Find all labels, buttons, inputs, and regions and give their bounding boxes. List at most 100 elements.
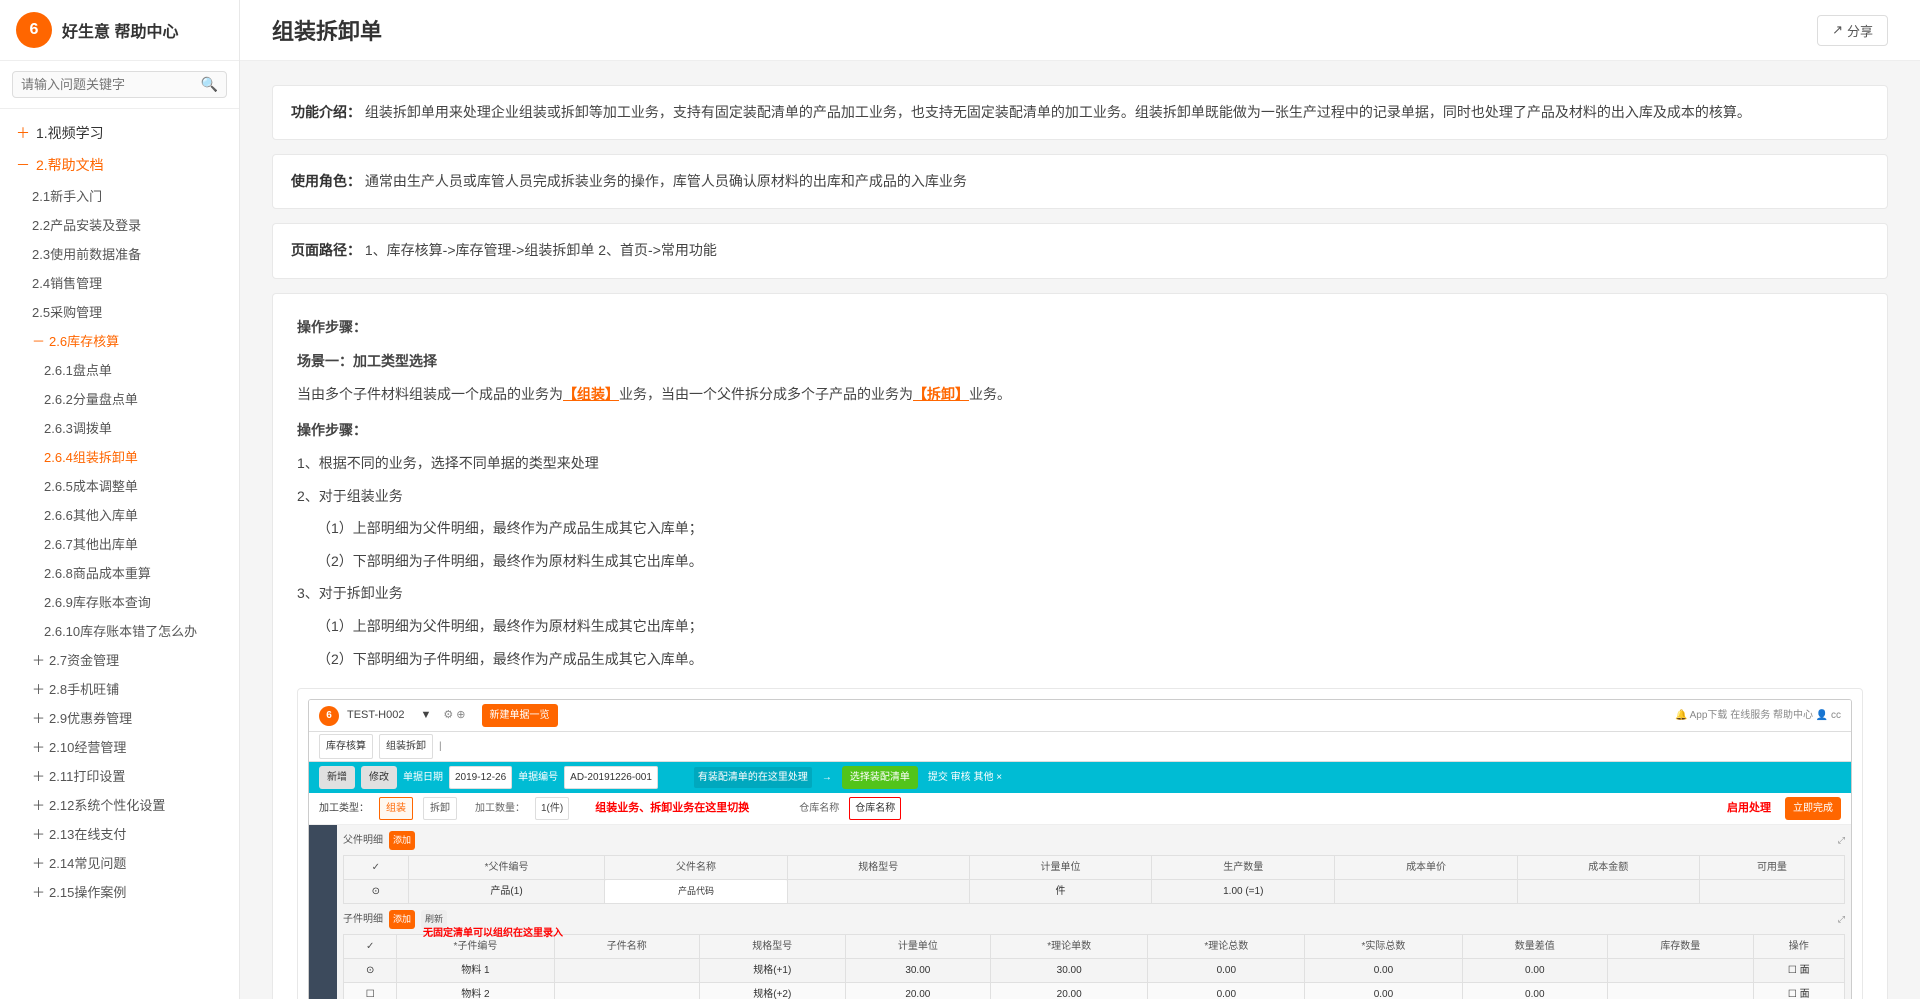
mock-td-unit: 件 <box>969 880 1151 904</box>
step-3-1: （1）上部明细为父件明细，最终作为原材料生成其它出库单； <box>297 613 1863 640</box>
sidebar-item-2-6-10[interactable]: 2.6.10库存账本错了怎么办 <box>0 616 239 645</box>
sidebar-item-section-1[interactable]: ＋ 1.视频学习 <box>0 117 239 149</box>
share-button[interactable]: ↗ 分享 <box>1817 15 1888 46</box>
mock-ltd-name-2 <box>554 983 700 999</box>
mock-td-avail <box>1699 880 1844 904</box>
sidebar-item-2-15[interactable]: ＋ 2.15操作案例 <box>0 877 239 906</box>
mock-ltd-ops-2: ☐ 面 <box>1753 983 1844 999</box>
mock-upper-table: ✓ *父件编号 父件名称 规格型号 计量单位 生产数量 成本单价 成本金额 <box>343 855 1845 904</box>
screenshot-container: 6 TEST-H002 ▼ ⚙ ⊕ 新建单据一览 🔔 App下载 在线服务 帮助… <box>297 688 1863 999</box>
mock-ltd-qty2-2: 0.00 <box>1148 983 1305 999</box>
mock-type-assembly[interactable]: 组装 <box>379 797 413 820</box>
mock-th-unit: 计量单位 <box>969 856 1151 880</box>
mock-add-child-btn[interactable]: 添加 <box>389 910 415 929</box>
sidebar-item-2-6-9[interactable]: 2.6.9库存账本查询 <box>0 587 239 616</box>
mock-expand-btn-2[interactable]: ⤢ <box>1838 911 1845 928</box>
mock-ltd-qty2: 0.00 <box>1148 959 1305 983</box>
mock-lth-cost2: 库存数量 <box>1608 935 1754 959</box>
sidebar-item-2-9[interactable]: ＋ 2.9优惠券管理 <box>0 703 239 732</box>
mock-add-parent-btn[interactable]: 添加 <box>389 831 415 850</box>
page-title: 组装拆卸单 <box>272 14 382 46</box>
mock-ltd-cost1: 0.00 <box>1462 959 1608 983</box>
step-2-2: （2）下部明细为子件明细，最终作为原材料生成其它出库单。 <box>297 548 1863 575</box>
page-header: 组装拆卸单 ↗ 分享 <box>240 0 1920 61</box>
sidebar-item-2-4[interactable]: 2.4销售管理 <box>0 268 239 297</box>
sidebar-item-2-6-1[interactable]: 2.6.1盘点单 <box>0 355 239 384</box>
sidebar-item-2-11[interactable]: ＋ 2.11打印设置 <box>0 761 239 790</box>
sidebar-item-2-6-2[interactable]: 2.6.2分量盘点单 <box>0 384 239 413</box>
mock-th-cost1: 成本单价 <box>1335 856 1517 880</box>
sidebar-item-2-6-4[interactable]: 2.6.4组装拆卸单 <box>0 442 239 471</box>
step-2: 2、对于组装业务 <box>297 483 1863 510</box>
app-mock-main-content: 父件明细 添加 ⤢ ✓ *父件编号 父件名称 <box>337 825 1851 999</box>
app-mock-form-header: 新增 修改 单据日期 2019-12-26 单据编号 AD-20191226-0… <box>309 762 1851 793</box>
step-1: 1、根据不同的业务，选择不同单据的类型来处理 <box>297 450 1863 477</box>
app-mock-tab-2[interactable]: 组装拆卸 <box>379 734 433 759</box>
mock-expand-btn[interactable]: ⤢ <box>1838 832 1845 849</box>
app-mock-new-btn[interactable]: 新建单据一览 <box>482 704 558 727</box>
sidebar-item-2-13[interactable]: ＋ 2.13在线支付 <box>0 819 239 848</box>
sidebar-item-2-6-8[interactable]: 2.6.8商品成本重算 <box>0 558 239 587</box>
search-wrap[interactable]: 🔍 <box>12 71 227 98</box>
sidebar-item-2-5[interactable]: 2.5采购管理 <box>0 297 239 326</box>
mock-th-avail: 可用量 <box>1699 856 1844 880</box>
mock-upper-table-header: 父件明细 添加 ⤢ <box>343 831 1845 850</box>
page-content: 功能介绍： 组装拆卸单用来处理企业组装或拆卸等加工业务，支持有固定装配清单的产品… <box>240 61 1920 999</box>
annotation-no-fixed: 无固定清单可以组织在这里录入 <box>423 924 563 943</box>
app-mock-tab-1[interactable]: 库存核算 <box>319 734 373 759</box>
sidebar-item-2-6[interactable]: － 2.6库存核算 <box>0 326 239 355</box>
mock-type-label: 加工类型： <box>319 799 369 818</box>
app-mock: 6 TEST-H002 ▼ ⚙ ⊕ 新建单据一览 🔔 App下载 在线服务 帮助… <box>309 700 1851 999</box>
mock-ltd-qty3: 0.00 <box>1305 959 1462 983</box>
sidebar-item-2-7[interactable]: ＋ 2.7资金管理 <box>0 645 239 674</box>
sidebar-item-2-1[interactable]: 2.1新手入门 <box>0 181 239 210</box>
mock-lth-unit: 计量单位 <box>845 935 991 959</box>
plus-icon-2-7: ＋ <box>32 650 45 669</box>
mock-type-disassembly[interactable]: 拆卸 <box>423 797 457 820</box>
mock-th-cost2: 成本金额 <box>1517 856 1699 880</box>
sidebar-item-2-4-label: 2.4销售管理 <box>32 276 102 291</box>
step-3: 3、对于拆卸业务 <box>297 580 1863 607</box>
sidebar-item-section-2[interactable]: － 2.帮助文档 <box>0 149 239 181</box>
sidebar-item-2-2-label: 2.2产品安装及登录 <box>32 218 141 233</box>
app-mock-left-sidebar <box>309 825 337 999</box>
mock-ltd-unit-2: 20.00 <box>845 983 991 999</box>
sidebar-item-2-6-7[interactable]: 2.6.7其他出库单 <box>0 529 239 558</box>
app-mock-body: 父件明细 添加 ⤢ ✓ *父件编号 父件名称 <box>309 825 1851 999</box>
mock-lth-qty2: *理论总数 <box>1148 935 1305 959</box>
sidebar-item-2-2[interactable]: 2.2产品安装及登录 <box>0 210 239 239</box>
mock-select-list-btn[interactable]: 选择装配清单 <box>842 766 918 789</box>
sidebar-item-2-10[interactable]: ＋ 2.10经营管理 <box>0 732 239 761</box>
sidebar-item-2-12[interactable]: ＋ 2.12系统个性化设置 <box>0 790 239 819</box>
annotation-enable-text: 启用处理 <box>1727 802 1771 814</box>
mock-confirm-btn[interactable]: 立即完成 <box>1785 797 1841 820</box>
mock-td-no: 产品(1) <box>408 880 605 904</box>
plus-icon-2-9: ＋ <box>32 708 45 727</box>
search-icon: 🔍 <box>201 76 218 93</box>
app-screenshot: 6 TEST-H002 ▼ ⚙ ⊕ 新建单据一览 🔔 App下载 在线服务 帮助… <box>308 699 1852 999</box>
sidebar-item-2-3[interactable]: 2.3使用前数据准备 <box>0 239 239 268</box>
search-input[interactable] <box>21 77 201 92</box>
mock-th-name: 父件名称 <box>605 856 787 880</box>
mock-btn-submit[interactable]: 提交 审核 其他 × <box>928 768 1002 787</box>
mock-ltd-check: ⊙ <box>344 959 397 983</box>
mock-ltd-qty1-2: 20.00 <box>991 983 1148 999</box>
mock-td-check: ⊙ <box>344 880 409 904</box>
sidebar-item-2-14[interactable]: ＋ 2.14常见问题 <box>0 848 239 877</box>
mock-btn-new[interactable]: 新增 <box>319 766 355 789</box>
mock-th-no: *父件编号 <box>408 856 605 880</box>
mock-td-cost2 <box>1517 880 1699 904</box>
mock-warehouse-field: 仓库名称 <box>849 797 901 820</box>
mock-td-qty: 1.00 (=1) <box>1152 880 1335 904</box>
mock-ltd-cost2 <box>1608 959 1754 983</box>
sidebar-item-2-8[interactable]: ＋ 2.8手机旺铺 <box>0 674 239 703</box>
sidebar-item-2-6-6[interactable]: 2.6.6其他入库单 <box>0 500 239 529</box>
sidebar-item-2-1-label: 2.1新手入门 <box>32 189 102 204</box>
mock-btn-edit[interactable]: 修改 <box>361 766 397 789</box>
mock-td-spec <box>787 880 969 904</box>
sidebar-item-2-6-5[interactable]: 2.6.5成本调整单 <box>0 471 239 500</box>
sidebar-item-2-6-3[interactable]: 2.6.3调拨单 <box>0 413 239 442</box>
mock-td-name: 产品代码 <box>605 880 787 904</box>
ops-heading: 操作步骤： <box>297 314 1863 341</box>
plus-icon-2-10: ＋ <box>32 737 45 756</box>
